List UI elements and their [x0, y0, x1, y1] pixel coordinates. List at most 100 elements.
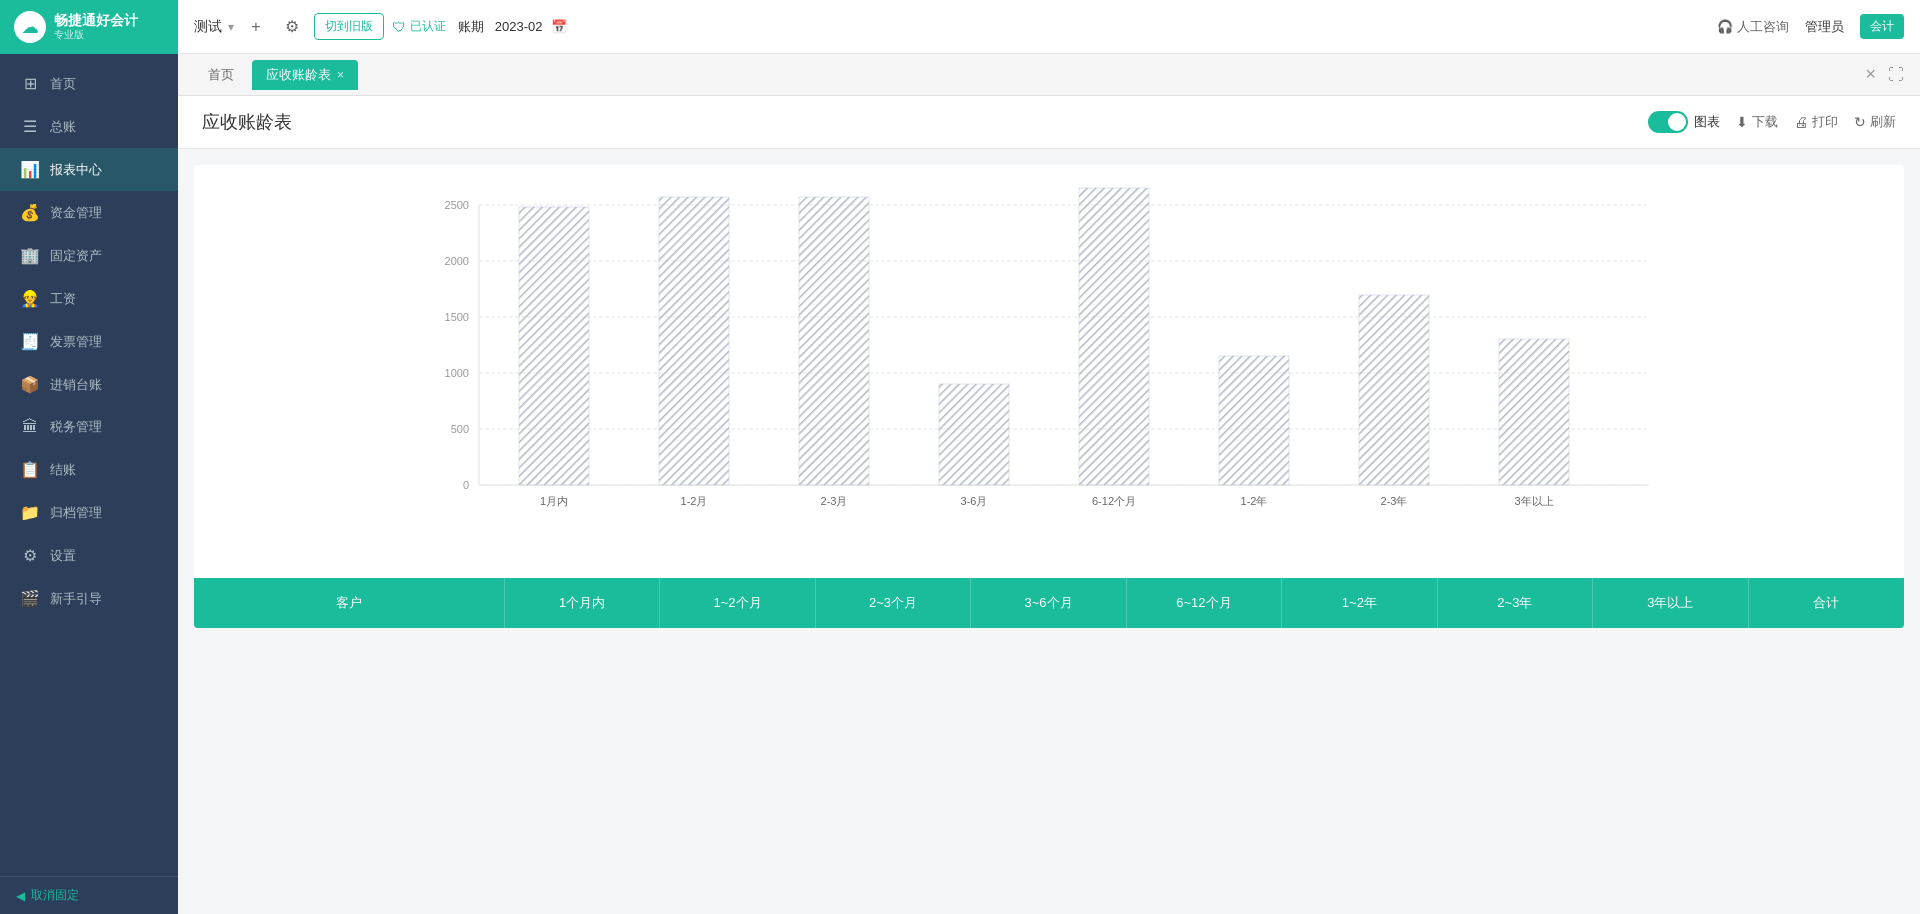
th-1month: 1个月内 [505, 578, 660, 628]
cancel-fixed-icon: ◀ [16, 889, 25, 903]
sidebar-item-tax[interactable]: 🏛 税务管理 [0, 406, 178, 448]
project-chevron-icon: ▾ [228, 20, 234, 34]
assets-icon: 🏢 [20, 246, 40, 265]
sidebar-nav: ⊞ 首页 ☰ 总账 📊 报表中心 💰 资金管理 🏢 固定资产 [0, 54, 178, 628]
sidebar-item-archive[interactable]: 📁 归档管理 [0, 491, 178, 534]
shield-icon: 🛡 [392, 19, 406, 35]
svg-rect-23 [1079, 188, 1149, 485]
chart-container: 0 500 1000 1500 2000 2500 1月内 1-2月 [194, 165, 1904, 578]
sales-icon: 📦 [20, 375, 40, 394]
reports-icon: 📊 [20, 160, 40, 179]
settings-button[interactable]: ⚙ [278, 13, 306, 41]
download-icon: ⬇ [1736, 114, 1748, 130]
download-button[interactable]: ⬇ 下载 [1736, 113, 1778, 131]
chart-toggle[interactable] [1648, 111, 1688, 133]
sidebar-item-label: 资金管理 [50, 204, 102, 222]
sidebar-item-guide[interactable]: 🎬 新手引导 [0, 577, 178, 620]
topbar: 测试 ▾ + ⚙ 切到旧版 🛡 已认证 账期 2023-02 📅 🎧 人工咨询 … [178, 0, 1920, 54]
svg-text:500: 500 [451, 423, 469, 435]
svg-rect-25 [1219, 356, 1289, 485]
logo-icon: ☁ [14, 11, 46, 43]
period-value: 2023-02 [495, 19, 543, 34]
sidebar-item-label: 进销台账 [50, 376, 102, 394]
funds-icon: 💰 [20, 203, 40, 222]
sidebar-item-label: 税务管理 [50, 418, 102, 436]
headset-icon: 🎧 [1717, 19, 1733, 34]
page-title: 应收账龄表 [202, 110, 292, 134]
project-selector[interactable]: 测试 ▾ [194, 18, 234, 36]
logo-sub: 专业版 [54, 28, 138, 42]
svg-text:3年以上: 3年以上 [1514, 495, 1553, 507]
th-2to3year: 2~3年 [1438, 578, 1593, 628]
th-1to2month: 1~2个月 [660, 578, 815, 628]
refresh-icon: ↻ [1854, 114, 1866, 130]
sidebar-item-funds[interactable]: 💰 资金管理 [0, 191, 178, 234]
th-1to2year: 1~2年 [1282, 578, 1437, 628]
certified-badge: 🛡 已认证 [392, 18, 446, 35]
invoice-icon: 🧾 [20, 332, 40, 351]
sidebar-item-reports[interactable]: 📊 报表中心 [0, 148, 178, 191]
sidebar-scroll-area: ⊞ 首页 ☰ 总账 📊 报表中心 💰 资金管理 🏢 固定资产 [0, 54, 178, 876]
home-icon: ⊞ [20, 74, 40, 93]
ledger-icon: ☰ [20, 117, 40, 136]
window-expand-icon[interactable]: ⛶ [1888, 66, 1904, 84]
tabbar: 首页 应收账龄表 × × ⛶ [178, 54, 1920, 96]
switch-version-button[interactable]: 切到旧版 [314, 13, 384, 40]
consult-label: 人工咨询 [1737, 18, 1789, 36]
salary-icon: 👷 [20, 289, 40, 308]
window-close-icon[interactable]: × [1865, 64, 1876, 85]
svg-text:0: 0 [463, 479, 469, 491]
calendar-icon[interactable]: 📅 [551, 19, 567, 34]
sidebar-item-label: 结账 [50, 461, 76, 479]
svg-text:1-2月: 1-2月 [681, 495, 708, 507]
topbar-right: 🎧 人工咨询 管理员 会计 [1717, 14, 1904, 39]
table-header: 客户 1个月内 1~2个月 2~3个月 3~6个月 6~12个月 1~2年 2~… [194, 578, 1904, 628]
sidebar-item-salary[interactable]: 👷 工资 [0, 277, 178, 320]
sidebar-item-label: 报表中心 [50, 161, 102, 179]
sidebar-item-closing[interactable]: 📋 结账 [0, 448, 178, 491]
svg-rect-15 [519, 207, 589, 485]
tab-aging-label: 应收账龄表 [266, 66, 331, 84]
guide-icon: 🎬 [20, 589, 40, 608]
cancel-fixed-label: 取消固定 [31, 887, 79, 904]
svg-rect-27 [1359, 295, 1429, 485]
svg-text:1500: 1500 [445, 311, 469, 323]
chart-toggle-label: 图表 [1694, 113, 1720, 131]
sidebar: ☁ 畅捷通好会计 专业版 ⊞ 首页 ☰ 总账 📊 报表中心 [0, 0, 178, 914]
sidebar-item-ledger[interactable]: ☰ 总账 [0, 105, 178, 148]
tab-close-icon[interactable]: × [337, 68, 344, 82]
closing-icon: 📋 [20, 460, 40, 479]
th-2to3month: 2~3个月 [816, 578, 971, 628]
sidebar-item-label: 总账 [50, 118, 76, 136]
sidebar-item-home[interactable]: ⊞ 首页 [0, 62, 178, 105]
sidebar-item-label: 固定资产 [50, 247, 102, 265]
svg-text:2500: 2500 [445, 199, 469, 211]
sidebar-item-invoice[interactable]: 🧾 发票管理 [0, 320, 178, 363]
sidebar-item-sales[interactable]: 📦 进销台账 [0, 363, 178, 406]
sidebar-item-settings[interactable]: ⚙ 设置 [0, 534, 178, 577]
user-label[interactable]: 管理员 [1805, 18, 1844, 36]
chart-toggle-wrap: 图表 [1648, 111, 1720, 133]
add-button[interactable]: + [242, 13, 270, 41]
th-3to6month: 3~6个月 [971, 578, 1126, 628]
sidebar-item-assets[interactable]: 🏢 固定资产 [0, 234, 178, 277]
svg-text:1-2年: 1-2年 [1241, 495, 1268, 507]
sidebar-item-label: 新手引导 [50, 590, 102, 608]
tab-home[interactable]: 首页 [194, 60, 248, 90]
svg-text:2000: 2000 [445, 255, 469, 267]
svg-text:6-12个月: 6-12个月 [1092, 495, 1136, 507]
table-container: 客户 1个月内 1~2个月 2~3个月 3~6个月 6~12个月 1~2年 2~… [194, 578, 1904, 628]
svg-text:2-3月: 2-3月 [821, 495, 848, 507]
cancel-fixed-btn[interactable]: ◀ 取消固定 [0, 876, 178, 914]
period-label: 账期 2023-02 [458, 18, 543, 36]
print-button[interactable]: 🖨 打印 [1794, 113, 1838, 131]
project-name: 测试 [194, 18, 222, 36]
consult-button[interactable]: 🎧 人工咨询 [1717, 18, 1789, 36]
refresh-button[interactable]: ↻ 刷新 [1854, 113, 1896, 131]
th-customer: 客户 [194, 578, 505, 628]
tab-home-label: 首页 [208, 66, 234, 84]
settings-icon: ⚙ [20, 546, 40, 565]
svg-text:3-6月: 3-6月 [961, 495, 988, 507]
tab-aging[interactable]: 应收账龄表 × [252, 60, 358, 90]
tax-icon: 🏛 [20, 418, 40, 436]
